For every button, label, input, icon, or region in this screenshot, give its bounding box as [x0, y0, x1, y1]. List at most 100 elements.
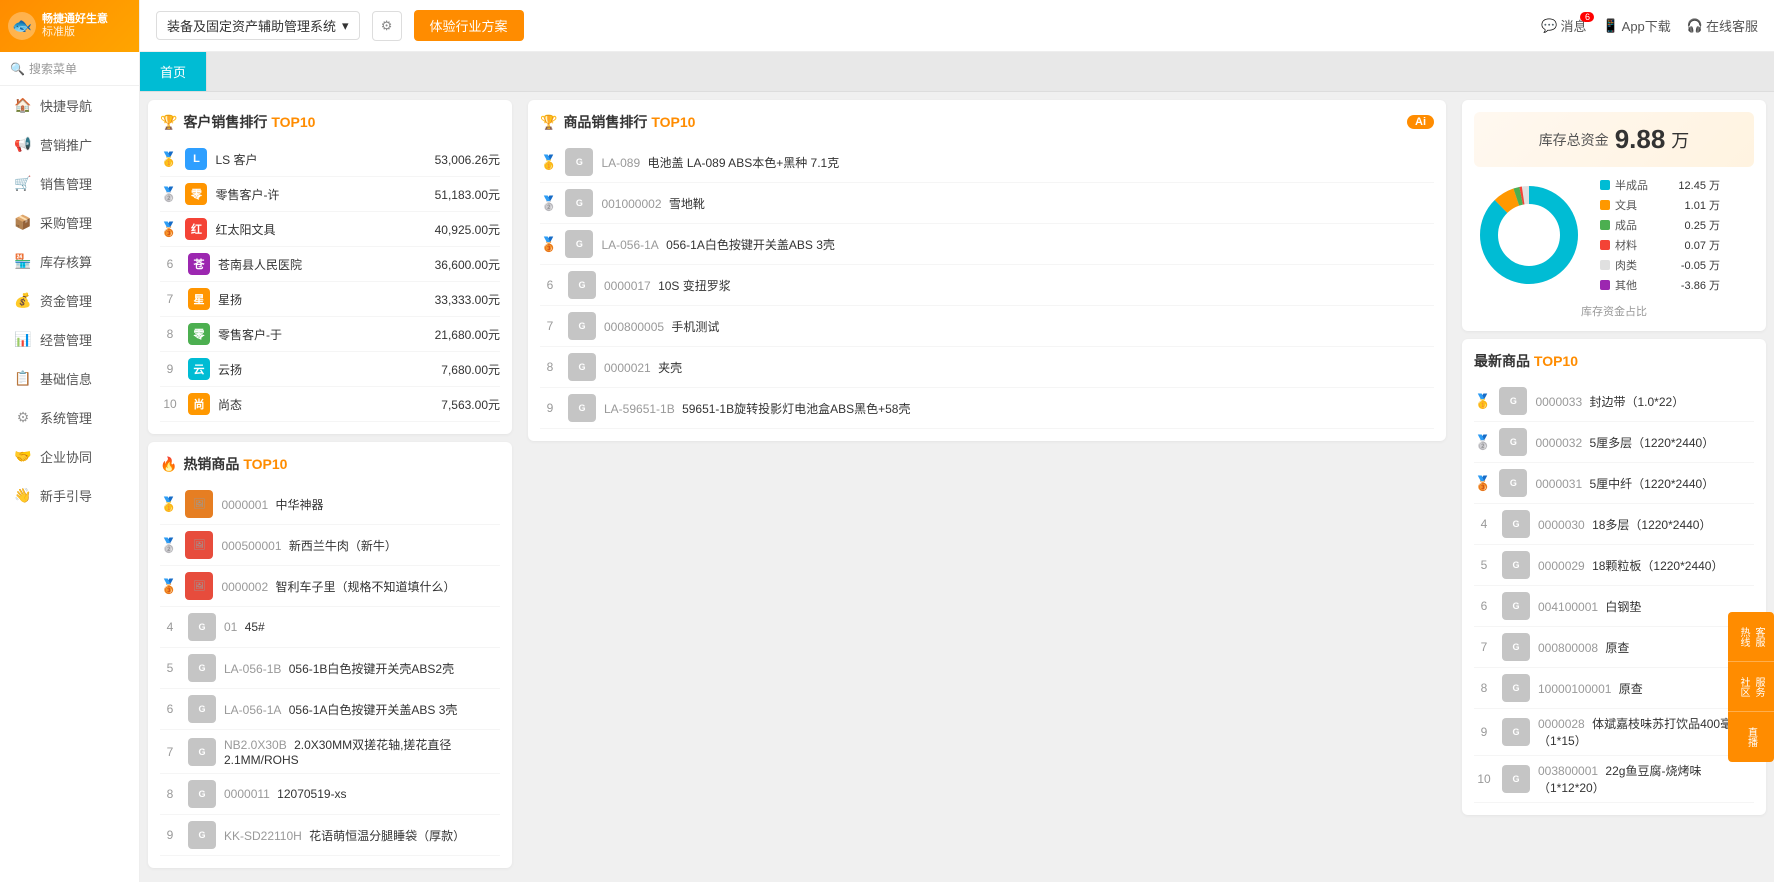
product-info: 0000029 18颗粒板（1220*2440） [1538, 557, 1754, 574]
rank-name: 星扬 [218, 291, 427, 308]
rank-name: 零售客户-于 [218, 326, 427, 343]
rank-number: 9 [160, 828, 180, 842]
online-service-button[interactable]: 🎧 在线客服 [1687, 16, 1758, 35]
product-name: 18多层（1220*2440） [1592, 518, 1711, 532]
live-broadcast-button[interactable]: 直播 [1728, 712, 1774, 762]
product-code: 0000033 [1535, 395, 1582, 409]
product-code: 000800005 [604, 320, 664, 334]
product-thumbnail: 🖼 [185, 572, 213, 600]
hot-products-card: 🔥 热销商品 TOP10 🥇 🖼 0000001 中华神器 🥈 🖼 000500… [148, 442, 512, 868]
sidebar-item-operations[interactable]: 📊 经营管理 [0, 320, 139, 359]
inventory-icon: 🏪 [14, 253, 32, 271]
hot-product-item: 🥈 🖼 000500001 新西兰牛肉（新牛） [160, 525, 500, 566]
product-name: 新西兰牛肉（新牛） [289, 539, 397, 553]
customer-ranking-card: 🏆 客户销售排行 TOP10 🥇 L LS 客户 53,006.26元 🥈 零 … [148, 100, 512, 434]
settings-button[interactable]: ⚙ [372, 11, 402, 41]
search-icon: 🔍 [10, 62, 25, 76]
rank-value: 53,006.26元 [435, 151, 500, 168]
rank-badge: 零 [188, 323, 210, 345]
service-community-button[interactable]: 服务社区 [1728, 662, 1774, 712]
product-info: 0000032 5厘多层（1220*2440） [1535, 434, 1754, 451]
rank-value: 36,600.00元 [435, 256, 500, 273]
product-name: 夹壳 [658, 361, 682, 375]
sidebar-item-purchase[interactable]: 📦 采购管理 [0, 203, 139, 242]
product-name: 5厘中纤（1220*2440） [1590, 477, 1715, 491]
product-info: NB2.0X30B 2.0X30MM双搓花轴,搓花直径2.1MM/ROHS [224, 736, 500, 767]
product-info: LA-089 电池盖 LA-089 ABS本色+黑种 7.1克 [601, 154, 1434, 171]
product-ranking-list: 🥇 G LA-089 电池盖 LA-089 ABS本色+黑种 7.1克 🥈 G … [540, 142, 1434, 429]
tab-home[interactable]: 首页 [140, 52, 207, 91]
sidebar-item-inventory[interactable]: 🏪 库存核算 [0, 242, 139, 281]
product-rank-item: 🥉 G LA-056-1A 056-1A白色按键开关盖ABS 3壳 [540, 224, 1434, 265]
product-name: 12070519-xs [277, 787, 346, 801]
trophy2-icon: 🏆 [540, 114, 557, 131]
legend-item-semifinished: 半成品 12.45 万 [1600, 177, 1720, 193]
sidebar-item-system[interactable]: ⚙ 系统管理 [0, 398, 139, 437]
product-info: 003800001 22g鱼豆腐-烧烤味（1*12*20） [1538, 762, 1754, 796]
search-menu[interactable]: 🔍 搜索菜单 [0, 52, 139, 86]
sidebar-item-marketing[interactable]: 📢 营销推广 [0, 125, 139, 164]
new-product-item: 🥉 G 0000031 5厘中纤（1220*2440） [1474, 463, 1754, 504]
left-panel: 🏆 客户销售排行 TOP10 🥇 L LS 客户 53,006.26元 🥈 零 … [140, 92, 520, 882]
rank-trophy: 🥉 [160, 221, 177, 238]
product-name: 原查 [1605, 641, 1629, 655]
legend-item-material: 材料 0.07 万 [1600, 237, 1720, 253]
new-product-item: 7 G 000800008 原查 [1474, 627, 1754, 668]
product-code: 0000017 [604, 279, 651, 293]
inventory-legend: 半成品 12.45 万 文具 1.01 万 成品 0.25 万 [1600, 177, 1720, 293]
product-info: 000800008 原查 [1538, 639, 1754, 656]
sidebar-item-guide[interactable]: 👋 新手引导 [0, 476, 139, 515]
rank-badge: 尚 [188, 393, 210, 415]
hot-product-item: 9 G KK-SD22110H 花语萌恒温分腿睡袋（厚款） [160, 815, 500, 856]
sidebar-item-sales[interactable]: 🛒 销售管理 [0, 164, 139, 203]
hot-product-item: 8 G 0000011 12070519-xs [160, 774, 500, 815]
product-thumbnail: G [1499, 469, 1527, 497]
product-name: 智利车子里（规格不知道填什么） [276, 580, 456, 594]
trial-button[interactable]: 体验行业方案 [414, 10, 524, 41]
sidebar-item-finance[interactable]: 💰 资金管理 [0, 281, 139, 320]
product-name: 花语萌恒温分腿睡袋（厚款） [309, 829, 465, 843]
customer-rank-item: 8 零 零售客户-于 21,680.00元 [160, 317, 500, 352]
sidebar-item-enterprise[interactable]: 🤝 企业协同 [0, 437, 139, 476]
rank-trophy: 🥉 [540, 236, 557, 253]
system-select[interactable]: 装备及固定资产辅助管理系统 ▾ [156, 11, 360, 40]
sidebar-item-home[interactable]: 🏠 快捷导航 [0, 86, 139, 125]
rank-badge: 零 [185, 183, 207, 205]
product-info: 0000030 18多层（1220*2440） [1538, 516, 1754, 533]
rank-number: 7 [160, 292, 180, 306]
donut-chart-area: 半成品 12.45 万 文具 1.01 万 成品 0.25 万 [1474, 177, 1754, 293]
hot-product-item: 6 G LA-056-1A 056-1A白色按键开关盖ABS 3壳 [160, 689, 500, 730]
app-download-button[interactable]: 📱 App下载 [1602, 16, 1670, 35]
product-thumbnail: G [1502, 510, 1530, 538]
rank-number: 8 [160, 787, 180, 801]
legend-dot-purple [1600, 280, 1610, 290]
customer-ranking-title: 🏆 客户销售排行 TOP10 [160, 112, 500, 132]
content-area: 🏆 客户销售排行 TOP10 🥇 L LS 客户 53,006.26元 🥈 零 … [140, 92, 1774, 882]
product-info: 0000017 10S 变扭罗浆 [604, 277, 1434, 294]
product-info: KK-SD22110H 花语萌恒温分腿睡袋（厚款） [224, 827, 500, 844]
message-button[interactable]: 💬 消息 6 [1541, 16, 1586, 35]
rank-trophy: 🥇 [1474, 393, 1491, 410]
cs-hotline-button[interactable]: 客服热线 [1728, 612, 1774, 662]
product-info: 10000100001 原查 [1538, 680, 1754, 697]
product-code: LA-056-1A [224, 703, 281, 717]
customer-rank-item: 7 星 星扬 33,333.00元 [160, 282, 500, 317]
rank-value: 33,333.00元 [435, 291, 500, 308]
product-info: LA-056-1A 056-1A白色按键开关盖ABS 3壳 [601, 236, 1434, 253]
legend-item-other: 其他 -3.86 万 [1600, 277, 1720, 293]
operations-icon: 📊 [14, 331, 32, 349]
product-info: 004100001 白钢垫 [1538, 598, 1754, 615]
new-product-item: 8 G 10000100001 原查 [1474, 668, 1754, 709]
sidebar-logo: 🐟 畅捷通好生意 标准版 [0, 0, 139, 52]
product-name: 雪地靴 [669, 197, 705, 211]
product-thumbnail: G [1502, 633, 1530, 661]
rank-number: 6 [160, 702, 180, 716]
chevron-down-icon: ▾ [342, 18, 349, 34]
sidebar-item-basic[interactable]: 📋 基础信息 [0, 359, 139, 398]
fire-icon: 🔥 [160, 456, 177, 473]
product-thumbnail: G [565, 189, 593, 217]
rank-number: 10 [160, 397, 180, 411]
product-name: 原查 [1619, 682, 1643, 696]
rank-number: 6 [1474, 599, 1494, 613]
legend-item-meat: 肉类 -0.05 万 [1600, 257, 1720, 273]
